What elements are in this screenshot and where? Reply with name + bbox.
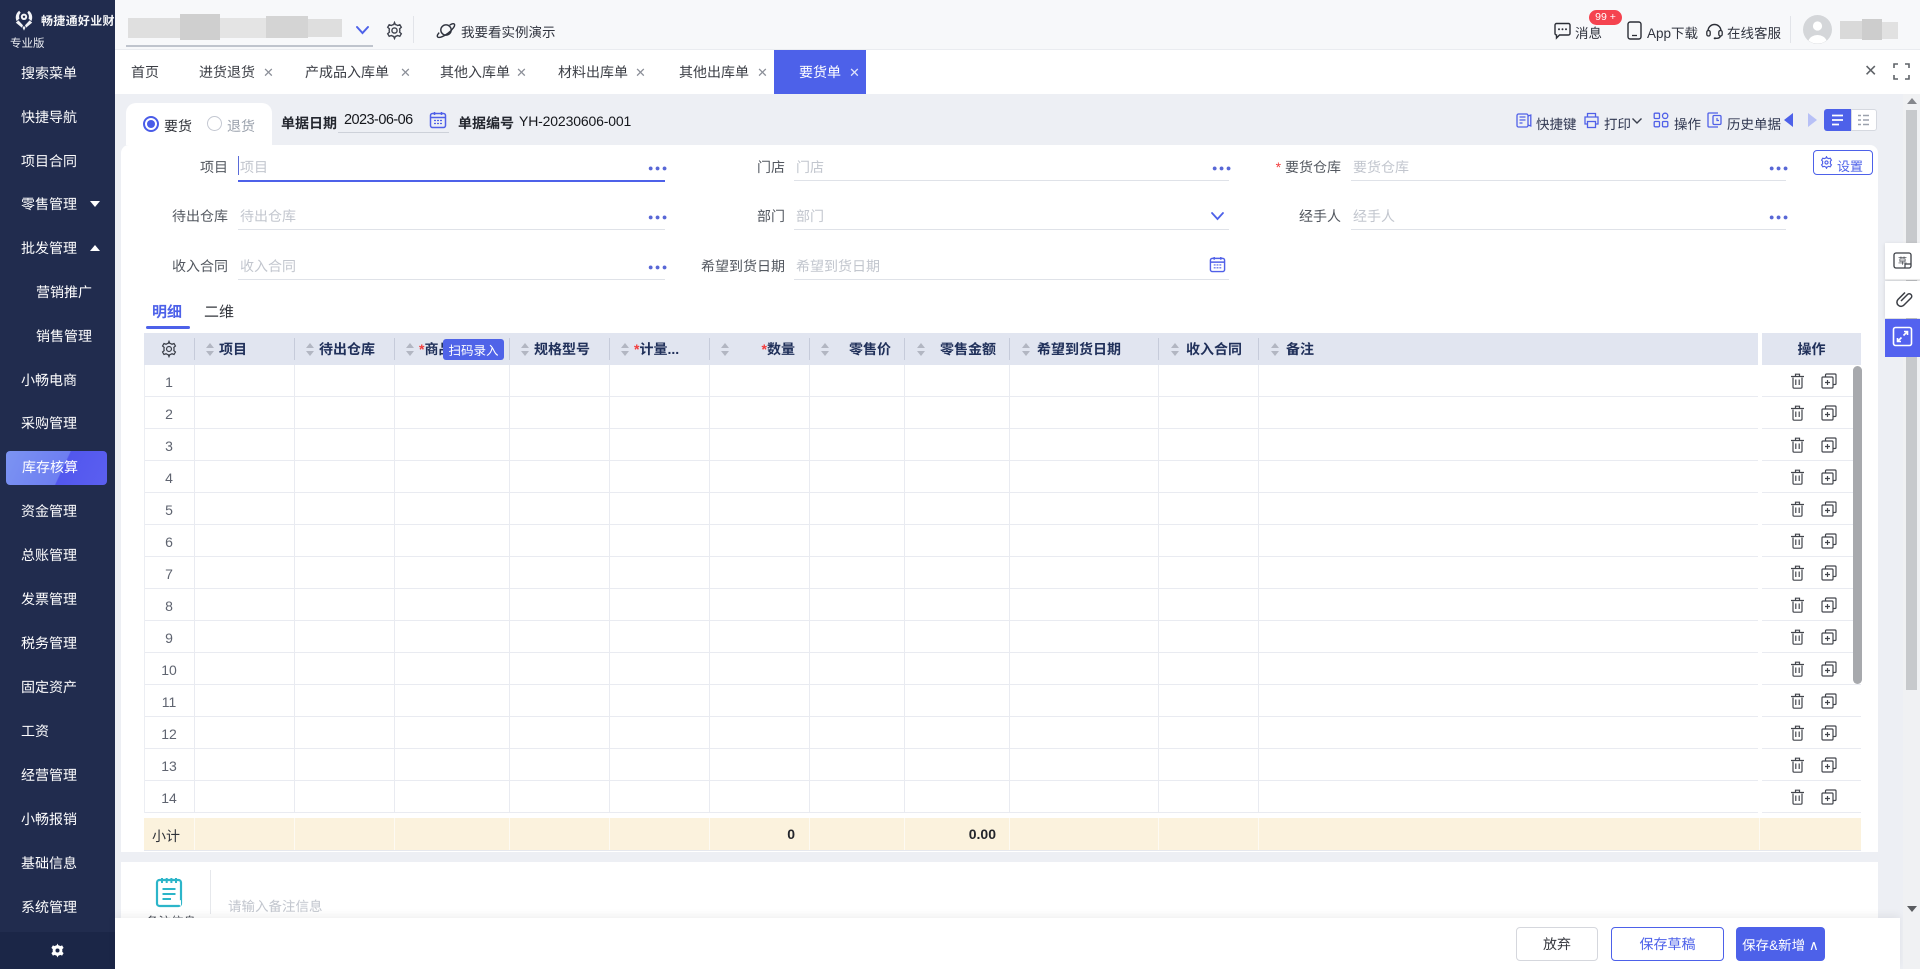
svg-text:草: 草 bbox=[1898, 254, 1907, 267]
